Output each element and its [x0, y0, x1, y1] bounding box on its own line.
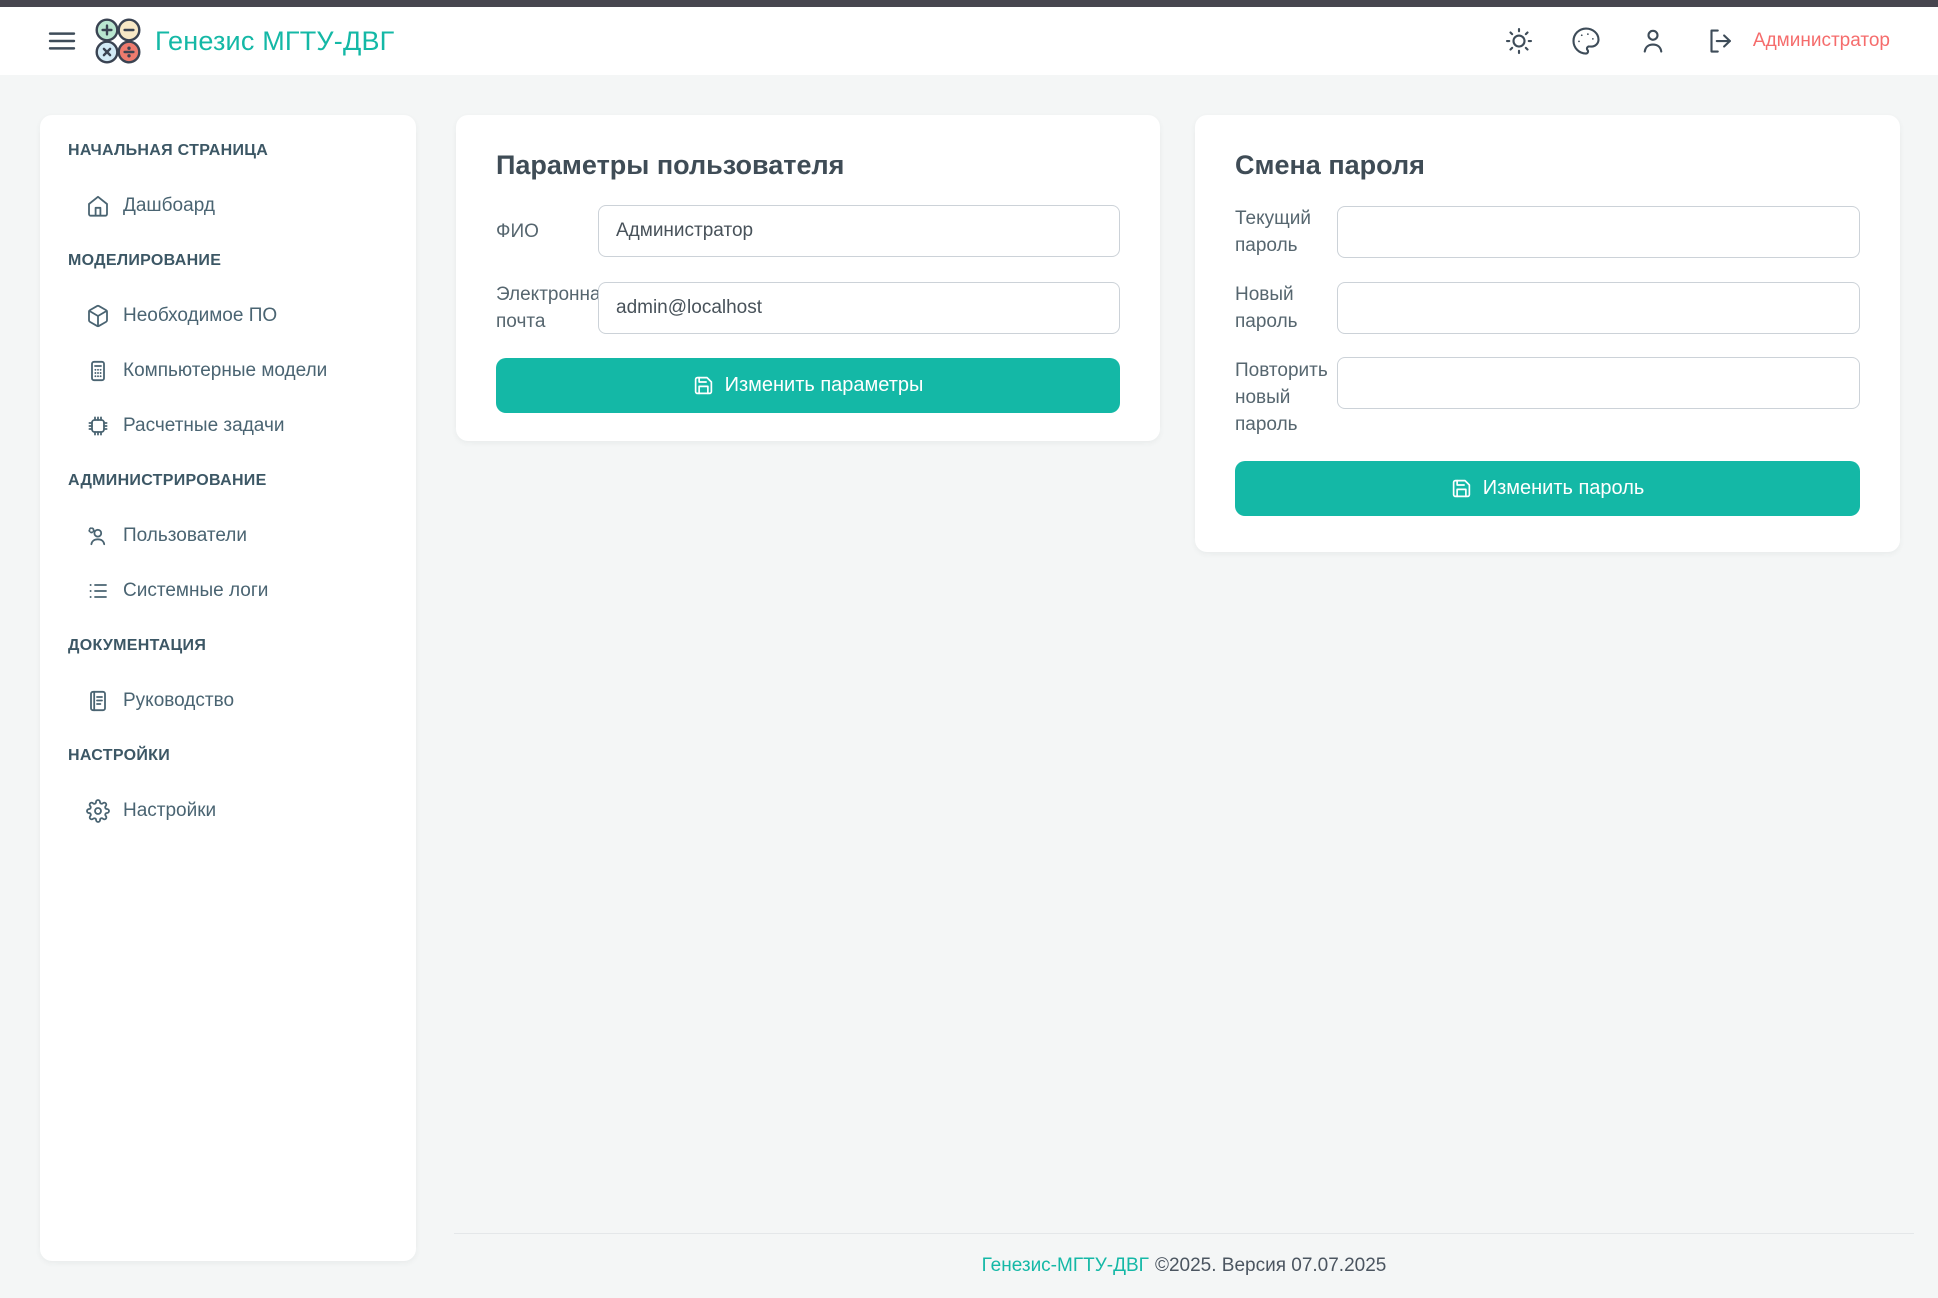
- save-params-button[interactable]: Изменить параметры: [496, 358, 1120, 413]
- footer-brand-link[interactable]: Генезис-МГТУ-ДВГ: [982, 1255, 1149, 1276]
- email-input[interactable]: [598, 282, 1120, 334]
- hamburger-menu-button[interactable]: [48, 29, 76, 53]
- top-strip: [0, 0, 1938, 7]
- password-change-card: Смена пароля Текущий пароль Новый пароль…: [1195, 115, 1900, 552]
- logout-button[interactable]: [1703, 24, 1737, 58]
- sidebar-item-label: Компьютерные модели: [123, 359, 328, 381]
- app-root: Генезис МГТУ-ДВГ Администратор НАЧАЛЬНАЯ…: [0, 0, 1938, 1298]
- new-password-label: Новый пароль: [1235, 284, 1298, 332]
- profile-button[interactable]: [1636, 24, 1670, 58]
- sidebar: НАЧАЛЬНАЯ СТРАНИЦА Дашбоард МОДЕЛИРОВАНИ…: [40, 115, 416, 1261]
- footer: Генезис-МГТУ-ДВГ ©2025. Версия 07.07.2025: [454, 1233, 1914, 1277]
- hamburger-icon: [48, 29, 76, 53]
- sidebar-item-system-logs[interactable]: Системные логи: [40, 563, 416, 618]
- sidebar-section-administration: АДМИНИСТРИРОВАНИЕ: [68, 471, 267, 489]
- sidebar-item-users[interactable]: Пользователи: [40, 508, 416, 563]
- save-password-button[interactable]: Изменить пароль: [1235, 461, 1860, 516]
- list-icon: [86, 579, 110, 603]
- password-change-title: Смена пароля: [1235, 150, 1425, 180]
- repeat-password-label: Повторить новый пароль: [1235, 360, 1328, 435]
- sidebar-section-documentation: ДОКУМЕНТАЦИЯ: [68, 636, 207, 654]
- save-password-label: Изменить пароль: [1482, 477, 1645, 499]
- sidebar-item-computer-models[interactable]: Компьютерные модели: [40, 343, 416, 398]
- sidebar-item-settings[interactable]: Настройки: [40, 783, 416, 838]
- cube-icon: [86, 304, 110, 328]
- header: Генезис МГТУ-ДВГ Администратор: [0, 7, 1938, 75]
- user-params-card: Параметры пользователя ФИО Электронная п…: [456, 115, 1160, 441]
- sidebar-section-settings: НАСТРОЙКИ: [68, 746, 171, 764]
- current-password-label: Текущий пароль: [1235, 208, 1311, 256]
- palette-icon: [1571, 26, 1601, 56]
- sidebar-item-label: Дашбоард: [123, 194, 215, 216]
- sidebar-item-manual[interactable]: Руководство: [40, 673, 416, 728]
- theme-palette-button[interactable]: [1569, 24, 1603, 58]
- sidebar-item-label: Системные логи: [123, 579, 269, 601]
- user-icon: [1638, 26, 1668, 56]
- calculator-icon: [86, 359, 110, 383]
- book-icon: [86, 689, 110, 713]
- email-label: Электронная почта: [496, 284, 598, 332]
- sidebar-item-required-software[interactable]: Необходимое ПО: [40, 288, 416, 343]
- save-icon: [1451, 478, 1472, 499]
- gear-icon: [86, 798, 110, 823]
- current-user-name[interactable]: Администратор: [1753, 30, 1890, 52]
- sidebar-item-label: Расчетные задачи: [123, 414, 285, 436]
- users-icon: [86, 524, 110, 548]
- sidebar-section-modeling: МОДЕЛИРОВАНИЕ: [68, 251, 222, 269]
- sidebar-item-label: Пользователи: [123, 524, 248, 546]
- sidebar-item-label: Настройки: [123, 799, 217, 821]
- sidebar-item-label: Руководство: [123, 689, 235, 711]
- repeat-password-input[interactable]: [1337, 357, 1860, 409]
- footer-copyright: ©2025. Версия 07.07.2025: [1154, 1255, 1387, 1276]
- fio-input[interactable]: [598, 205, 1120, 257]
- save-icon: [693, 375, 714, 396]
- sidebar-item-dashboard[interactable]: Дашбоард: [40, 178, 416, 233]
- new-password-input[interactable]: [1337, 282, 1860, 334]
- sidebar-item-calculation-tasks[interactable]: Расчетные задачи: [40, 398, 416, 453]
- current-password-input[interactable]: [1337, 206, 1860, 258]
- save-params-label: Изменить параметры: [724, 374, 924, 396]
- user-params-title: Параметры пользователя: [496, 150, 845, 180]
- theme-toggle-button[interactable]: [1502, 24, 1536, 58]
- sidebar-item-label: Необходимое ПО: [123, 304, 278, 326]
- app-title: Генезис МГТУ-ДВГ: [155, 25, 395, 56]
- fio-label: ФИО: [496, 220, 539, 242]
- home-icon: [86, 194, 110, 218]
- app-logo-icon[interactable]: [94, 17, 142, 65]
- sidebar-section-start: НАЧАЛЬНАЯ СТРАНИЦА: [68, 141, 269, 159]
- cpu-icon: [86, 414, 110, 438]
- sun-icon: [1504, 26, 1534, 56]
- logout-icon: [1705, 26, 1735, 56]
